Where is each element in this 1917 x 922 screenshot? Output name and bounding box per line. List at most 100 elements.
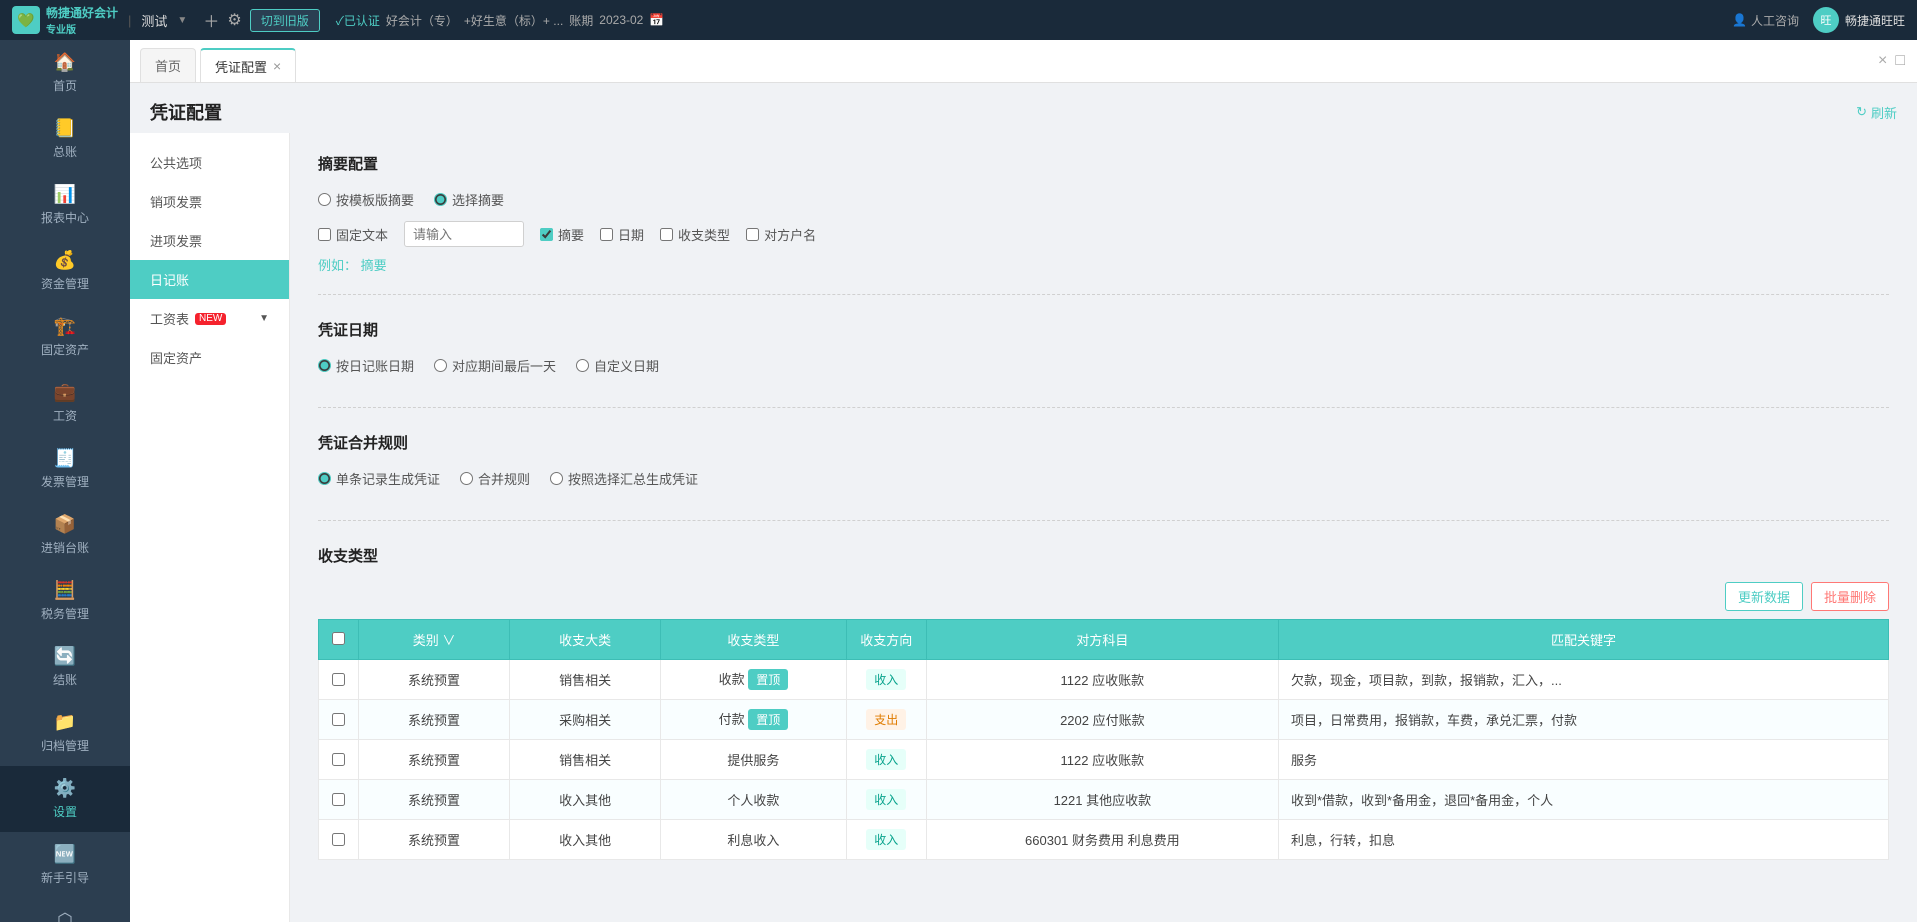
checkbox-counterparty-input[interactable]: [746, 228, 759, 241]
radio-custom-date[interactable]: 自定义日期: [576, 356, 659, 375]
radio-period-last-day-input[interactable]: [434, 359, 447, 372]
sidebar-item-settings[interactable]: ⚙️ 设置: [0, 766, 130, 832]
radio-select[interactable]: 选择摘要: [434, 190, 504, 209]
window-minimize-button[interactable]: □: [1895, 52, 1905, 70]
tab-bar: 首页 凭证配置 ×: [130, 40, 296, 82]
checkbox-date-input[interactable]: [600, 228, 613, 241]
th-check: [319, 620, 359, 660]
radio-select-summary[interactable]: 按照选择汇总生成凭证: [550, 469, 698, 488]
radio-custom-date-input[interactable]: [576, 359, 589, 372]
checkbox-payment-type[interactable]: 收支类型: [660, 225, 730, 244]
row2-direction-badge: 支出: [866, 709, 906, 730]
row1-pin-btn[interactable]: 置顶: [748, 669, 788, 690]
left-nav-payroll[interactable]: 工资表 NEW ▼: [130, 299, 289, 338]
fixed-text-input[interactable]: [404, 221, 524, 247]
checkbox-payment-type-input[interactable]: [660, 228, 673, 241]
radio-select-input[interactable]: [434, 193, 447, 206]
row2-pin-btn[interactable]: 置顶: [748, 709, 788, 730]
row1-counterparty: 1122 应收账款: [926, 660, 1278, 700]
radio-journal-date[interactable]: 按日记账日期: [318, 356, 414, 375]
row2-keywords: 项目，日常费用，报销款，车费，承兑汇票，付款: [1278, 700, 1888, 740]
radio-journal-date-input[interactable]: [318, 359, 331, 372]
username: 畅捷通旺旺: [1845, 12, 1905, 29]
sidebar-label-tax: 税务管理: [41, 605, 89, 622]
sidebar-item-member[interactable]: ⬡ 畅会员: [0, 898, 130, 922]
sidebar-item-assets[interactable]: 🏗️ 固定资产: [0, 304, 130, 370]
radio-merge[interactable]: 合并规则: [460, 469, 530, 488]
radio-select-summary-input[interactable]: [550, 472, 563, 485]
left-nav-fixed-assets[interactable]: 固定资产: [130, 338, 289, 377]
left-nav-journal[interactable]: 日记账: [130, 260, 289, 299]
sidebar-item-archive[interactable]: 📁 归档管理: [0, 700, 130, 766]
select-all-checkbox[interactable]: [332, 632, 345, 645]
radio-template-input[interactable]: [318, 193, 331, 206]
logo-icon: 💚: [12, 6, 40, 34]
sidebar-label-salary: 工资: [53, 407, 77, 424]
sidebar-item-settlement[interactable]: 🔄 结账: [0, 634, 130, 700]
checkbox-fixed-text-label: 固定文本: [336, 225, 388, 244]
checkbox-fixed-text-input[interactable]: [318, 228, 331, 241]
assets-icon: 🏗️: [54, 316, 76, 337]
tab-home[interactable]: 首页: [140, 48, 196, 82]
archive-icon: 📁: [54, 712, 76, 733]
settings-icon[interactable]: ⚙: [227, 10, 241, 30]
sidebar-item-reports[interactable]: 📊 报表中心: [0, 172, 130, 238]
row3-major-type: 销售相关: [510, 740, 661, 780]
checkbox-date[interactable]: 日期: [600, 225, 644, 244]
sidebar-item-invoice-mgmt[interactable]: 🧾 发票管理: [0, 436, 130, 502]
radio-single-input[interactable]: [318, 472, 331, 485]
consult-button[interactable]: 👤 人工咨询: [1732, 12, 1799, 29]
sidebar-item-tax[interactable]: 🧮 税务管理: [0, 568, 130, 634]
income-expense-section: 收支类型 更新数据 批量删除 类别 ∨ 收支大类: [318, 545, 1889, 880]
row3-type: 提供服务: [661, 740, 847, 780]
left-nav-purchase-invoice-label: 进项发票: [150, 231, 202, 250]
ledger-icon: 📒: [54, 118, 76, 139]
batch-delete-button[interactable]: 批量删除: [1811, 582, 1889, 611]
row2-type: 付款 置顶: [661, 700, 847, 740]
row3-checkbox[interactable]: [332, 753, 345, 766]
row2-checkbox[interactable]: [332, 713, 345, 726]
radio-merge-input[interactable]: [460, 472, 473, 485]
sidebar-item-funds[interactable]: 💰 资金管理: [0, 238, 130, 304]
consult-label: 人工咨询: [1751, 12, 1799, 29]
sidebar-item-sales[interactable]: 📦 进销台账: [0, 502, 130, 568]
row1-checkbox[interactable]: [332, 673, 345, 686]
window-close-button[interactable]: ×: [1878, 52, 1887, 70]
checkbox-summary-input[interactable]: [540, 228, 553, 241]
radio-period-last-day[interactable]: 对应期间最后一天: [434, 356, 556, 375]
table-row: 系统预置 收入其他 个人收款 收入 1221 其他应收款 收到*借款，收到*备用…: [319, 780, 1889, 820]
row4-checkbox[interactable]: [332, 793, 345, 806]
add-button[interactable]: ＋: [203, 8, 219, 32]
sidebar-label-settings: 设置: [53, 803, 77, 820]
row2-category: 系统预置: [359, 700, 510, 740]
left-nav-sales-invoice[interactable]: 销项发票: [130, 182, 289, 221]
checkbox-counterparty[interactable]: 对方户名: [746, 225, 816, 244]
summary-config-section: 摘要配置 按模板版摘要 选择摘要: [318, 153, 1889, 295]
sidebar-item-salary[interactable]: 💼 工资: [0, 370, 130, 436]
sidebar-label-guide: 新手引导: [41, 869, 89, 886]
tab-close-icon[interactable]: ×: [273, 58, 281, 74]
refresh-label: 刷新: [1871, 103, 1897, 122]
sidebar-item-home[interactable]: 🏠 首页: [0, 40, 130, 106]
refresh-button[interactable]: ↻ 刷新: [1856, 103, 1897, 122]
checkbox-fixed-text[interactable]: 固定文本: [318, 225, 388, 244]
table-row: 系统预置 收入其他 利息收入 收入 660301 财务费用 利息费用 利息，行转…: [319, 820, 1889, 860]
user-menu[interactable]: 旺 畅捷通旺旺: [1813, 7, 1905, 33]
left-nav-public[interactable]: 公共选项: [130, 143, 289, 182]
row4-counterparty: 1221 其他应收款: [926, 780, 1278, 820]
row5-checkbox[interactable]: [332, 833, 345, 846]
topbar-right: 👤 人工咨询 旺 畅捷通旺旺: [1732, 7, 1905, 33]
update-data-button[interactable]: 更新数据: [1725, 582, 1803, 611]
checkbox-summary[interactable]: 摘要: [540, 225, 584, 244]
sidebar-item-guide[interactable]: 🆕 新手引导: [0, 832, 130, 898]
workspace-arrow-icon[interactable]: ▼: [177, 15, 187, 26]
sidebar-item-ledger[interactable]: 📒 总账: [0, 106, 130, 172]
radio-single[interactable]: 单条记录生成凭证: [318, 469, 440, 488]
tab-voucher-config[interactable]: 凭证配置 ×: [200, 48, 296, 82]
radio-template[interactable]: 按模板版摘要: [318, 190, 414, 209]
switch-version-button[interactable]: 切到旧版: [250, 9, 320, 32]
row1-major-type: 销售相关: [510, 660, 661, 700]
tab-voucher-config-label: 凭证配置: [215, 57, 267, 76]
left-nav-purchase-invoice[interactable]: 进项发票: [130, 221, 289, 260]
row3-counterparty: 1122 应收账款: [926, 740, 1278, 780]
